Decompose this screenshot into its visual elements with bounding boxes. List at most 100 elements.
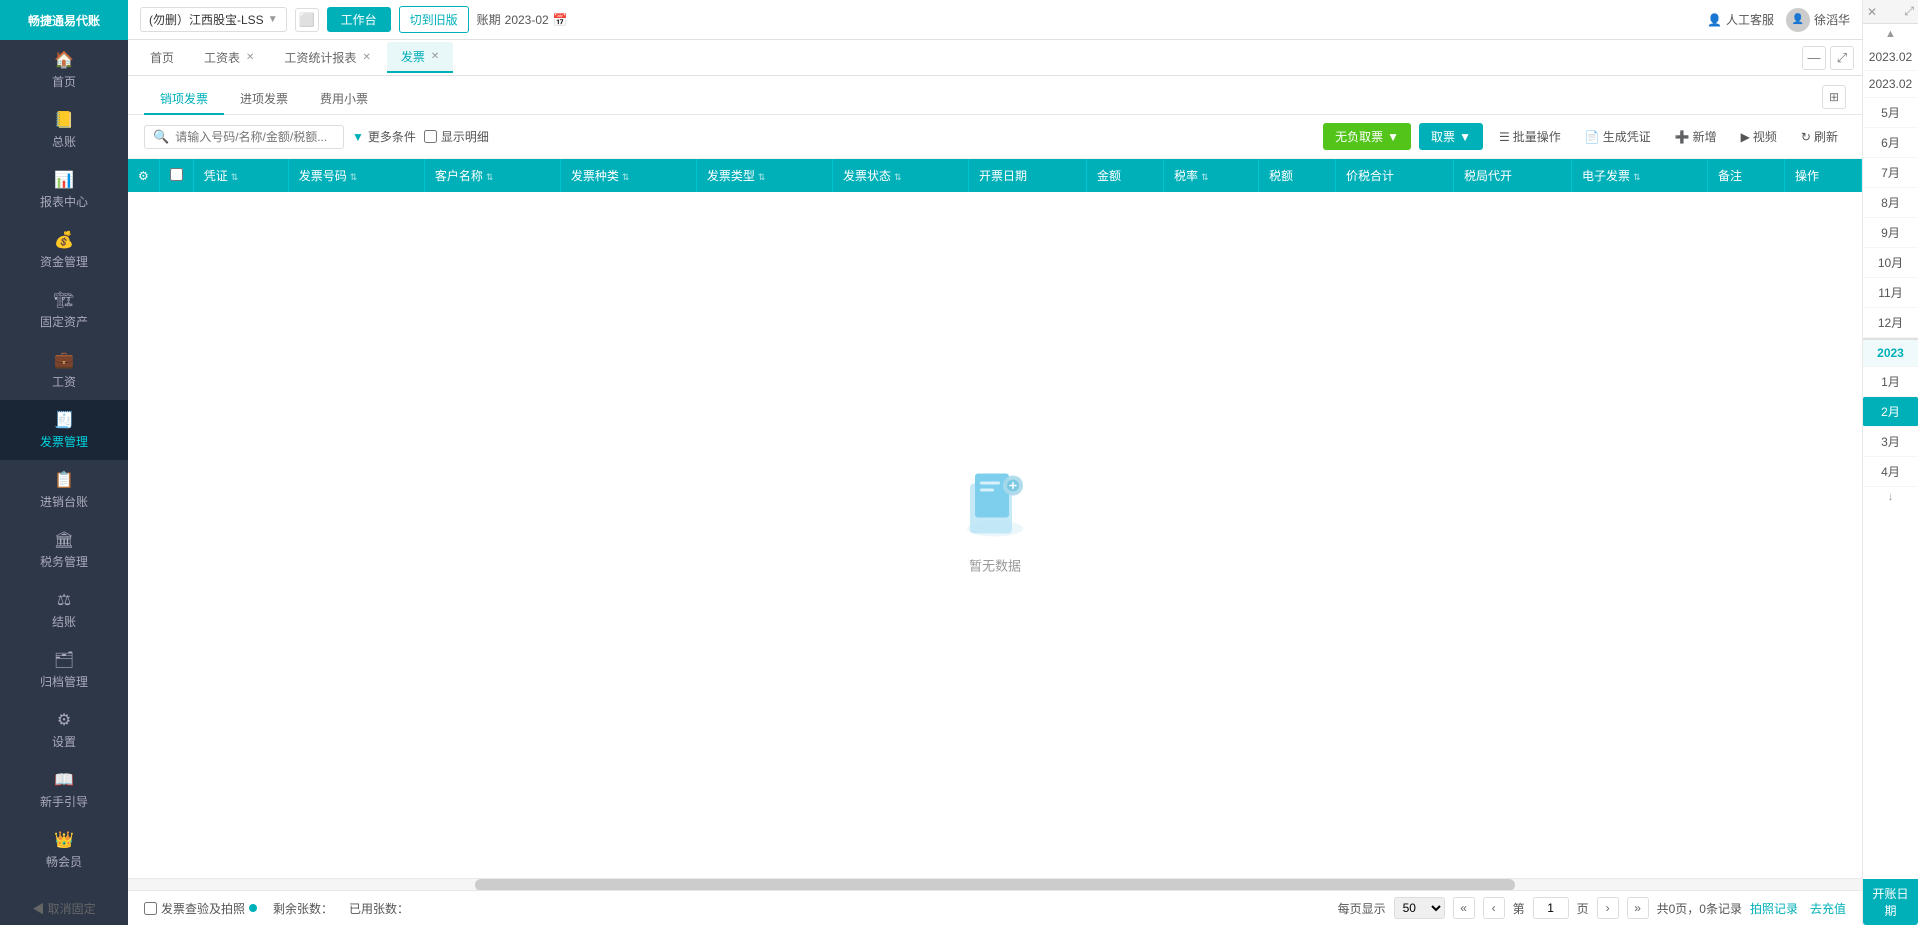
sub-tab-outgoing[interactable]: 销项发票 <box>144 84 224 115</box>
select-all-checkbox[interactable] <box>170 168 183 181</box>
tab-invoice[interactable]: 发票 ✕ <box>387 42 453 73</box>
date-item-2023-02-top2[interactable]: 2023.02 <box>1863 71 1918 98</box>
company-copy-icon[interactable]: ⬜ <box>295 8 319 32</box>
service-icon: 👤 <box>1707 13 1722 27</box>
date-item-2023-02-top[interactable]: 2023.02 <box>1863 44 1918 71</box>
sub-tab-incoming[interactable]: 进项发票 <box>224 84 304 115</box>
company-selector[interactable]: (勿删）江西股宝-LSS ▼ <box>140 7 287 32</box>
date-item-8[interactable]: 8月 <box>1863 188 1918 218</box>
th-date: 开票日期 <box>969 159 1087 192</box>
refresh-btn[interactable]: ↻ 刷新 <box>1793 123 1846 150</box>
salary-icon: 💼 <box>54 350 74 370</box>
toolbar-right: 无负取票 ▼ 取票 ▼ ☰ 批量操作 📄 生成凭证 ➕ 新增 <box>1323 123 1846 150</box>
column-settings-icon[interactable]: ⊞ <box>1822 85 1846 109</box>
help-link[interactable]: 去充值 <box>1810 900 1846 917</box>
th-invoice-no: 发票号码⇅ <box>288 159 424 192</box>
no-tax-btn[interactable]: 无负取票 ▼ <box>1323 123 1411 150</box>
sub-tab-expense[interactable]: 费用小票 <box>304 84 384 115</box>
sidebar-collapse-btn[interactable]: ◀ 取消固定 <box>0 892 128 925</box>
new-btn[interactable]: ➕ 新增 <box>1667 123 1725 150</box>
search-input[interactable] <box>175 130 335 144</box>
sub-tabs: 销项发票 进项发票 费用小票 ⊞ <box>128 76 1862 115</box>
new-icon: ➕ <box>1675 130 1690 144</box>
sidebar-item-funds[interactable]: 💰 资金管理 <box>0 220 128 280</box>
sidebar-item-member[interactable]: 👑 畅会员 <box>0 820 128 880</box>
used-count: 已用张数： <box>349 900 409 917</box>
date-item-2023-1[interactable]: 1月 <box>1863 367 1918 397</box>
table-container: ⚙ 凭证⇅ 发票号码⇅ 客户名称⇅ 发票种类⇅ 发票类型⇅ 发票状态⇅ 开票日期… <box>128 159 1862 878</box>
last-page-btn[interactable]: » <box>1627 897 1649 919</box>
tab-minimize-icon[interactable]: — <box>1802 46 1826 70</box>
search-box[interactable]: 🔍 <box>144 125 344 149</box>
date-item-2023-4[interactable]: 4月 <box>1863 457 1918 487</box>
sidebar-item-tax[interactable]: 🏛 税务管理 <box>0 520 128 580</box>
tab-invoice-close[interactable]: ✕ <box>431 51 439 62</box>
prev-page-btn[interactable]: ‹ <box>1483 897 1505 919</box>
th-checkbox[interactable] <box>159 159 193 192</box>
tab-home[interactable]: 首页 <box>136 43 188 72</box>
customer-service-btn[interactable]: 👤 人工客服 <box>1707 11 1774 28</box>
date-item-12[interactable]: 12月 <box>1863 308 1918 338</box>
tab-salary[interactable]: 工资表 ✕ <box>190 43 268 72</box>
batch-op-btn[interactable]: ☰ 批量操作 <box>1491 123 1569 150</box>
company-dropdown-icon: ▼ <box>268 14 278 25</box>
date-scroll-up[interactable]: ▲ <box>1863 24 1918 44</box>
funds-icon: 💰 <box>54 230 74 250</box>
sidebar-item-assets[interactable]: 🏗 固定资产 <box>0 280 128 340</box>
show-detail-check[interactable] <box>424 130 437 143</box>
date-panel-close[interactable]: ✕ <box>1867 5 1877 19</box>
tab-salary-report-close[interactable]: ✕ <box>362 52 370 63</box>
tab-maximize-icon[interactable]: ⤢ <box>1830 46 1854 70</box>
toolbar: 🔍 ▼ 更多条件 显示明细 无负取票 ▼ 取票 <box>128 115 1862 159</box>
date-item-10[interactable]: 10月 <box>1863 248 1918 278</box>
th-settings[interactable]: ⚙ <box>128 159 159 192</box>
verify-label[interactable]: 发票查验及拍照 <box>144 900 257 917</box>
switch-version-button[interactable]: 切到旧版 <box>399 6 469 33</box>
gen-voucher-btn[interactable]: 📄 生成凭证 <box>1577 123 1659 150</box>
main-content: (勿删）江西股宝-LSS ▼ ⬜ 工作台 切到旧版 账期 2023-02 📅 👤… <box>128 0 1862 925</box>
sidebar-item-purchase-sale[interactable]: 📋 进销台账 <box>0 460 128 520</box>
empty-icon <box>955 463 1035 543</box>
gen-voucher-icon: 📄 <box>1585 130 1600 144</box>
sidebar-item-home[interactable]: 🏠 首页 <box>0 40 128 100</box>
date-scroll-down[interactable]: ↓ <box>1863 487 1918 507</box>
per-page-select[interactable]: 50 20 100 <box>1394 897 1445 919</box>
tab-salary-report[interactable]: 工资统计报表 ✕ <box>270 43 384 72</box>
date-item-6[interactable]: 6月 <box>1863 128 1918 158</box>
workbench-button[interactable]: 工作台 <box>327 7 391 32</box>
empty-text: 暂无数据 <box>969 555 1021 574</box>
next-page-btn[interactable]: › <box>1597 897 1619 919</box>
refresh-icon: ↻ <box>1801 130 1811 144</box>
calendar-icon[interactable]: 📅 <box>553 13 568 27</box>
sidebar-item-reports[interactable]: 📊 报表中心 <box>0 160 128 220</box>
show-detail-checkbox[interactable]: 显示明细 <box>424 128 489 145</box>
sidebar-item-invoices[interactable]: 🧾 发票管理 <box>0 400 128 460</box>
video-btn[interactable]: ▶ 视频 <box>1733 123 1785 150</box>
first-page-btn[interactable]: « <box>1453 897 1475 919</box>
footer: 发票查验及拍照 剩余张数： 已用张数： 每页显示 50 20 100 « ‹ <box>128 890 1862 925</box>
sidebar-item-archive[interactable]: 🗂 归档管理 <box>0 640 128 700</box>
sidebar-item-ledger[interactable]: 📒 总账 <box>0 100 128 160</box>
take-ticket-btn[interactable]: 取票 ▼ <box>1419 123 1483 150</box>
reports-icon: 📊 <box>54 170 74 190</box>
sidebar-item-settings[interactable]: ⚙ 设置 <box>0 700 128 760</box>
date-item-2023-2[interactable]: 2月 <box>1863 397 1918 427</box>
date-item-2023-3[interactable]: 3月 <box>1863 427 1918 457</box>
sidebar-item-close[interactable]: ⚖ 结账 <box>0 580 128 640</box>
scrollbar-container[interactable] <box>128 878 1862 890</box>
sidebar-item-salary[interactable]: 💼 工资 <box>0 340 128 400</box>
date-item-11[interactable]: 11月 <box>1863 278 1918 308</box>
upload-link[interactable]: 拍照记录 <box>1750 900 1798 917</box>
date-panel-maximize[interactable]: ⤢ <box>1904 4 1914 19</box>
open-period-btn[interactable]: 开账日期 <box>1863 879 1918 925</box>
tab-salary-close[interactable]: ✕ <box>246 52 254 63</box>
date-item-7[interactable]: 7月 <box>1863 158 1918 188</box>
verify-checkbox[interactable] <box>144 902 157 915</box>
more-filter-btn[interactable]: ▼ 更多条件 <box>352 128 416 145</box>
date-item-5[interactable]: 5月 <box>1863 98 1918 128</box>
date-item-9[interactable]: 9月 <box>1863 218 1918 248</box>
user-profile-btn[interactable]: 👤 徐滔华 <box>1786 8 1850 32</box>
no-tax-dropdown-icon: ▼ <box>1387 130 1399 144</box>
page-input[interactable] <box>1533 897 1569 919</box>
sidebar-item-guide[interactable]: 📖 新手引导 <box>0 760 128 820</box>
